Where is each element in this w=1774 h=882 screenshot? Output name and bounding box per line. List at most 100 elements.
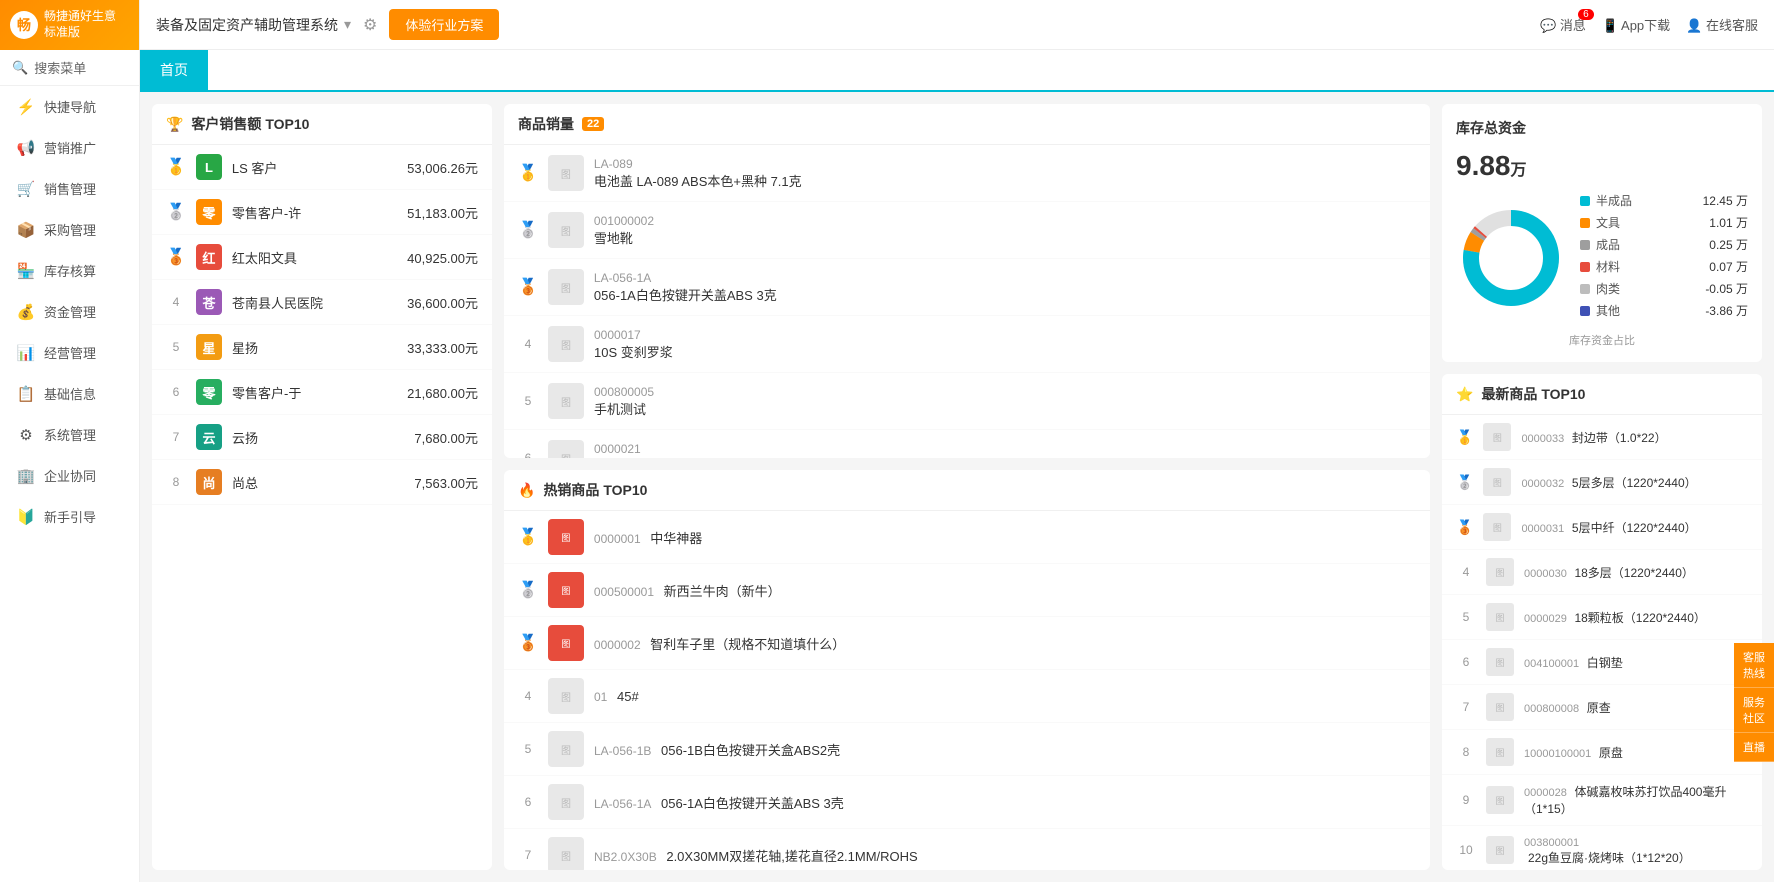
product-item: 5 图 000800005 手机测试 bbox=[504, 373, 1430, 430]
new-product-item: 🥉 图 0000031 5层中纤（1220*2440） bbox=[1442, 505, 1762, 550]
new-product-name: 原查 bbox=[1587, 701, 1611, 715]
legend-value: 12.45 万 bbox=[1703, 192, 1748, 209]
new-product-info: 0000031 5层中纤（1220*2440） bbox=[1521, 519, 1748, 536]
new-products-title: 最新商品 TOP10 bbox=[1481, 384, 1585, 404]
medal-icon: 🥇 bbox=[518, 527, 538, 547]
product-image: 图 bbox=[548, 837, 584, 870]
hot-product-item: 6 图 LA-056-1A 056-1A白色按键开关盖ABS 3壳 bbox=[504, 776, 1430, 829]
product-info: 000800005 手机测试 bbox=[594, 385, 1416, 418]
sidebar-nav: ⚡快捷导航📢营销推广🛒销售管理📦采购管理🏪库存核算💰资金管理📊经营管理📋基础信息… bbox=[0, 86, 139, 537]
product-item: 🥈 图 001000002 雪地靴 bbox=[504, 202, 1430, 259]
product-name: 056-1B白色按键开关盒ABS2壳 bbox=[661, 743, 840, 758]
product-code: 0000017 bbox=[594, 328, 1416, 342]
medal-icon: 🥇 bbox=[166, 157, 186, 177]
legend-value: -0.05 万 bbox=[1705, 280, 1748, 297]
customer-badge: 零 bbox=[196, 199, 222, 225]
trophy-icon: 🏆 bbox=[166, 116, 183, 133]
sales-ranking-header: 🏆 客户销售额 TOP10 bbox=[152, 104, 492, 145]
dropdown-arrow-icon[interactable]: ▾ bbox=[344, 16, 351, 33]
sidebar-item-quick[interactable]: ⚡快捷导航 bbox=[0, 86, 139, 127]
search-menu[interactable]: 🔍 搜索菜单 bbox=[0, 50, 139, 86]
company-icon: 🏢 bbox=[16, 467, 36, 485]
app-download-link[interactable]: 📱 App下载 bbox=[1602, 15, 1670, 34]
online-service-link[interactable]: 👤 在线客服 bbox=[1686, 15, 1758, 34]
right-panel: 库存总资金 9.88万 半成品 12.45 万 文具 bbox=[1442, 104, 1762, 870]
rank-number: 10 bbox=[1456, 843, 1476, 857]
new-product-image: 图 bbox=[1486, 603, 1514, 631]
donut-chart: 半成品 12.45 万 文具 1.01 万 成品 0.25 万 材料 0.07 … bbox=[1456, 192, 1748, 324]
sidebar-item-sales[interactable]: 🛒销售管理 bbox=[0, 168, 139, 209]
product-code: LA-056-1B bbox=[594, 744, 651, 758]
sidebar-item-basic[interactable]: 📋基础信息 bbox=[0, 373, 139, 414]
trial-button[interactable]: 体验行业方案 bbox=[389, 9, 499, 40]
home-tab[interactable]: 首页 bbox=[140, 50, 208, 90]
product-image: 图 bbox=[548, 625, 584, 661]
product-name: 智利车子里（规格不知道填什么） bbox=[650, 637, 845, 652]
new-product-code: 10000100001 bbox=[1524, 748, 1591, 760]
product-image: 图 bbox=[548, 572, 584, 608]
top-bar: 装备及固定资产辅助管理系统 ▾ ⚙ 体验行业方案 💬 消息 6 📱 App下载 … bbox=[140, 0, 1774, 50]
customer-amount: 51,183.00元 bbox=[407, 203, 478, 222]
sidebar-item-operation[interactable]: 📊经营管理 bbox=[0, 332, 139, 373]
rank-number: 4 bbox=[166, 295, 186, 309]
new-product-name: 5层中纤（1220*2440） bbox=[1572, 521, 1697, 535]
sidebar-item-purchase[interactable]: 📦采购管理 bbox=[0, 209, 139, 250]
hot-products-title: 热销商品 TOP10 bbox=[543, 480, 647, 500]
product-item: 4 图 0000017 10S 变刹罗浆 bbox=[504, 316, 1430, 373]
rank-number: 7 bbox=[1456, 700, 1476, 714]
customer-name: 星扬 bbox=[232, 338, 397, 357]
legend-value: 0.25 万 bbox=[1709, 236, 1748, 253]
legend-label: 材料 bbox=[1596, 258, 1703, 275]
new-product-image: 图 bbox=[1486, 558, 1514, 586]
sidebar-item-company[interactable]: 🏢 企业协同 bbox=[0, 455, 139, 496]
quick-icon: ⚡ bbox=[16, 98, 36, 116]
customer-amount: 33,333.00元 bbox=[407, 338, 478, 357]
hot-product-item: 7 图 NB2.0X30B 2.0X30MM双搓花轴,搓花直径2.1MM/ROH… bbox=[504, 829, 1430, 870]
sidebar-item-label: 企业协同 bbox=[44, 466, 96, 485]
message-badge-container[interactable]: 💬 消息 6 bbox=[1540, 15, 1586, 34]
rank-number: 5 bbox=[518, 394, 538, 408]
new-products-header: ⭐ 最新商品 TOP10 bbox=[1442, 374, 1762, 415]
hot-product-item: 5 图 LA-056-1B 056-1B白色按键开关盒ABS2壳 bbox=[504, 723, 1430, 776]
rank-number: 5 bbox=[518, 742, 538, 756]
hot-products-header: 🔥 热销商品 TOP10 bbox=[504, 470, 1430, 511]
float-live[interactable]: 直播 bbox=[1734, 733, 1774, 762]
top-products-panel: 商品销量 22 🥇 图 LA-089 电池盖 LA-089 ABS本色+黑种 7… bbox=[504, 104, 1430, 458]
settings-icon[interactable]: ⚙ bbox=[363, 15, 377, 35]
hot-products-list: 🥇 图 0000001 中华神器 🥈 图 000500001 新西兰牛肉（新牛）… bbox=[504, 511, 1430, 870]
sales-ranking-list: 🥇 L LS 客户 53,006.26元 🥈 零 零售客户-许 51,183.0… bbox=[152, 145, 492, 870]
finance-icon: 💰 bbox=[16, 303, 36, 321]
float-customer-service[interactable]: 客服热线 bbox=[1734, 643, 1774, 688]
float-service: 客服热线 服务社区 直播 bbox=[1734, 643, 1774, 762]
new-products-list: 🥇 图 0000033 封边带（1.0*22） 🥈 图 0000032 5层多层… bbox=[1442, 415, 1762, 870]
float-community[interactable]: 服务社区 bbox=[1734, 688, 1774, 733]
rank-number: 6 bbox=[1456, 655, 1476, 669]
medal-icon: 🥈 bbox=[166, 202, 186, 222]
product-info: 01 45# bbox=[594, 689, 1416, 704]
rank-number: 4 bbox=[1456, 565, 1476, 579]
product-code: 0000021 bbox=[594, 442, 1416, 456]
operation-icon: 📊 bbox=[16, 344, 36, 362]
legend-dot bbox=[1580, 306, 1590, 316]
product-image: 图 bbox=[548, 731, 584, 767]
product-info: 0000021 夹壳 bbox=[594, 442, 1416, 459]
top-products-badge: 22 bbox=[582, 117, 604, 131]
sidebar-item-inventory[interactable]: 🏪库存核算 bbox=[0, 250, 139, 291]
new-product-info: 0000028 体碱嘉枚味苏打饮品400毫升（1*15） bbox=[1524, 783, 1748, 817]
system-name: 装备及固定资产辅助管理系统 ▾ bbox=[156, 15, 351, 35]
new-product-info: 0000032 5层多层（1220*2440） bbox=[1521, 474, 1748, 491]
sidebar-item-guide[interactable]: 🔰新手引导 bbox=[0, 496, 139, 537]
rank-number: 6 bbox=[166, 385, 186, 399]
sidebar-item-label: 销售管理 bbox=[44, 179, 96, 198]
sidebar-item-marketing[interactable]: 📢营销推广 bbox=[0, 127, 139, 168]
sidebar-item-system[interactable]: ⚙系统管理 bbox=[0, 414, 139, 455]
rank-number: 8 bbox=[1456, 745, 1476, 759]
new-product-code: 004100001 bbox=[1524, 658, 1579, 670]
main-content: 🏆 客户销售额 TOP10 🥇 L LS 客户 53,006.26元 🥈 零 零… bbox=[140, 92, 1774, 882]
product-code: 0000002 bbox=[594, 638, 641, 652]
new-product-item: 9 图 0000028 体碱嘉枚味苏打饮品400毫升（1*15） bbox=[1442, 775, 1762, 826]
sidebar-item-finance[interactable]: 💰资金管理 bbox=[0, 291, 139, 332]
sidebar: 畅 畅捷通好生意 标准版 🔍 搜索菜单 ⚡快捷导航📢营销推广🛒销售管理📦采购管理… bbox=[0, 0, 140, 882]
system-icon: ⚙ bbox=[16, 426, 36, 444]
ranking-item: 4 苍 苍南县人民医院 36,600.00元 bbox=[152, 280, 492, 325]
